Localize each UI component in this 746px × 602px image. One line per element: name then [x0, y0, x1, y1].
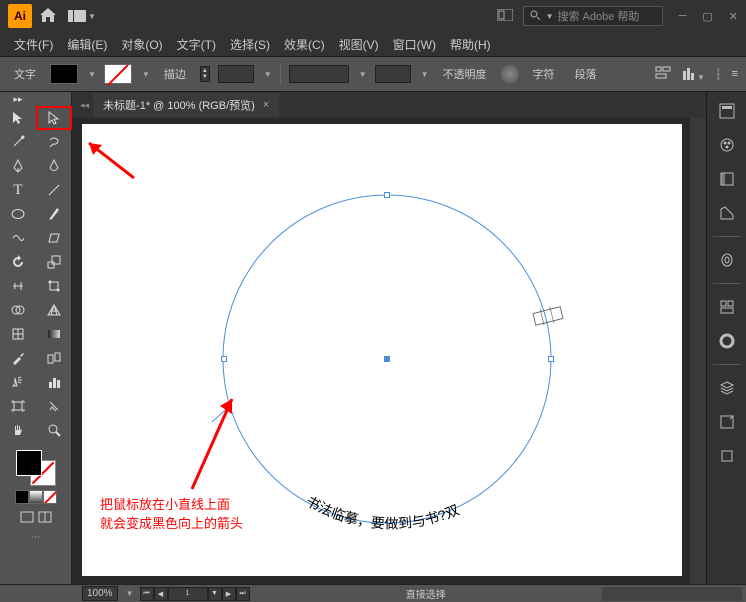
vertical-scrollbar[interactable] [690, 118, 706, 584]
arrange-docs-icon[interactable] [497, 9, 513, 24]
status-tool-hint: 直接选择 [256, 586, 597, 601]
type-tool[interactable]: T [0, 178, 36, 202]
stroke-weight-input[interactable] [218, 65, 254, 83]
annotation-text-1: 把鼠标放在小直线上面 [100, 494, 243, 513]
stroke-stepper[interactable]: ▲▼ [200, 66, 210, 82]
direct-selection-tool[interactable] [36, 106, 72, 130]
artboard-tool[interactable] [0, 394, 36, 418]
close-tab-icon[interactable]: × [263, 99, 269, 111]
scale-tool[interactable] [36, 250, 72, 274]
paintbrush-tool[interactable] [36, 202, 72, 226]
artboards-panel-icon[interactable] [716, 445, 738, 467]
blend-tool[interactable] [36, 346, 72, 370]
screen-mode-icon[interactable] [20, 510, 34, 528]
swatch-gradient[interactable] [29, 490, 43, 504]
gradient-tool[interactable] [36, 322, 72, 346]
transform-icon[interactable]: ▼ [681, 66, 705, 83]
annotation-text-2: 就会变成黑色向上的箭头 [100, 513, 243, 532]
right-panel-dock [706, 92, 746, 584]
lasso-tool[interactable] [36, 130, 72, 154]
artboard-nav[interactable]: ⏮◀ 1 ▼▶⏭ [140, 587, 250, 601]
menu-help[interactable]: 帮助(H) [444, 34, 497, 55]
menu-edit[interactable]: 编辑(E) [61, 34, 113, 55]
panel-menu-icon[interactable]: ≡ [732, 68, 738, 80]
eyedropper-tool[interactable] [0, 346, 36, 370]
status-bar: 100% ▼ ⏮◀ 1 ▼▶⏭ 直接选择 [0, 584, 746, 602]
artboard[interactable]: 书法临摹，要做到与书?双 把鼠标放在小直线上面 就会变成黑色向上的箭头 [82, 124, 682, 576]
menu-window[interactable]: 窗口(W) [387, 34, 442, 55]
canvas[interactable]: 书法临摹，要做到与书?双 把鼠标放在小直线上面 就会变成黑色向上的箭头 [72, 118, 706, 584]
svg-text:书法临摹，要做到与书?双: 书法临摹，要做到与书?双 [303, 493, 461, 532]
menu-view[interactable]: 视图(V) [333, 34, 385, 55]
stroke-swatch[interactable] [104, 64, 132, 84]
symbols-panel-icon[interactable] [716, 296, 738, 318]
pen-tool[interactable] [0, 154, 36, 178]
toolbox: ▸▸ T [0, 92, 72, 584]
document-tab[interactable]: 未标题-1* @ 100% (RGB/预览) × [93, 93, 279, 117]
char-panel-link[interactable]: 字符 [527, 66, 561, 82]
layers-panel-icon[interactable] [716, 377, 738, 399]
search-icon [530, 10, 540, 23]
asset-export-panel-icon[interactable] [716, 411, 738, 433]
libraries-panel-icon[interactable] [716, 168, 738, 190]
para-panel-link[interactable]: 段落 [569, 66, 603, 82]
menu-type[interactable]: 文字(T) [171, 34, 222, 55]
style-dropdown[interactable] [375, 65, 411, 83]
eraser-tool[interactable] [36, 226, 72, 250]
edit-toolbar-icon[interactable]: ⋯ [6, 532, 65, 543]
perspective-grid-tool[interactable] [36, 298, 72, 322]
menu-file[interactable]: 文件(F) [8, 34, 59, 55]
stroke-panel-icon[interactable] [716, 330, 738, 352]
color-panel-icon[interactable] [716, 134, 738, 156]
swatches-panel-icon[interactable] [716, 202, 738, 224]
shape-builder-tool[interactable] [0, 298, 36, 322]
zoom-level[interactable]: 100% [82, 586, 118, 601]
workspace-switcher[interactable]: ▼ [68, 10, 96, 22]
free-transform-tool[interactable] [36, 274, 72, 298]
zoom-tool[interactable] [36, 418, 72, 442]
menu-effect[interactable]: 效果(C) [278, 34, 331, 55]
symbol-sprayer-tool[interactable] [0, 370, 36, 394]
line-tool[interactable] [36, 178, 72, 202]
tab-expand-icon[interactable]: ◂◂ [76, 100, 93, 111]
home-icon[interactable] [40, 8, 56, 25]
curvature-tool[interactable] [36, 154, 72, 178]
fill-stroke-picker[interactable] [16, 450, 56, 486]
maximize-button[interactable]: ▢ [702, 10, 712, 23]
mesh-tool[interactable] [0, 322, 36, 346]
fill-swatch[interactable] [50, 64, 78, 84]
stroke-label: 描边 [158, 66, 192, 82]
column-graph-tool[interactable] [36, 370, 72, 394]
control-tool-label: 文字 [8, 66, 42, 82]
app-logo: Ai [8, 4, 32, 28]
recolor-icon[interactable] [501, 65, 519, 83]
properties-panel-icon[interactable] [716, 100, 738, 122]
brush-definition[interactable] [289, 65, 349, 83]
minimize-button[interactable]: ─ [679, 10, 687, 23]
selection-tool[interactable] [0, 106, 36, 130]
swatch-none[interactable] [43, 490, 57, 504]
control-bar: 文字 ▼ ▼ 描边 ▲▼ ▼ ▼ ▼ 不透明度 字符 段落 ▼ ┇ ≡ [0, 56, 746, 92]
ellipse-tool[interactable] [0, 202, 36, 226]
titlebar: Ai ▼ ▼ 搜索 Adobe 帮助 ─ ▢ ✕ [0, 0, 746, 32]
menu-object[interactable]: 对象(O) [115, 34, 168, 55]
search-input[interactable]: ▼ 搜索 Adobe 帮助 [523, 6, 663, 26]
document-tabs: ◂◂ 未标题-1* @ 100% (RGB/预览) × [72, 92, 706, 118]
rotate-tool[interactable] [0, 250, 36, 274]
width-tool[interactable] [0, 274, 36, 298]
menu-select[interactable]: 选择(S) [224, 34, 276, 55]
close-button[interactable]: ✕ [729, 10, 738, 23]
magic-wand-tool[interactable] [0, 130, 36, 154]
hand-tool[interactable] [0, 418, 36, 442]
opacity-label: 不透明度 [437, 66, 493, 82]
draw-mode-icon[interactable] [38, 510, 52, 528]
swatch-color[interactable] [15, 490, 29, 504]
shaper-tool[interactable] [0, 226, 36, 250]
align-icon[interactable] [655, 66, 671, 83]
menubar: 文件(F) 编辑(E) 对象(O) 文字(T) 选择(S) 效果(C) 视图(V… [0, 32, 746, 56]
brushes-panel-icon[interactable] [716, 249, 738, 271]
expand-icon[interactable]: ▸▸ [0, 92, 36, 106]
slice-tool[interactable] [36, 394, 72, 418]
